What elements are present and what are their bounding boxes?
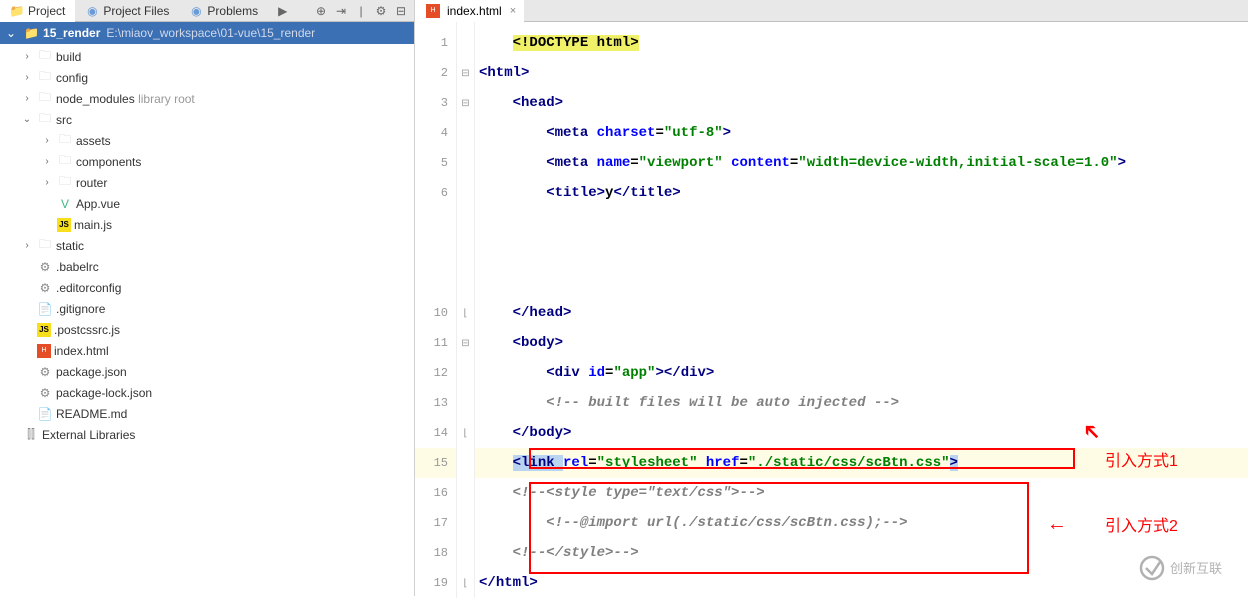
tab-label: Project Files — [103, 4, 169, 18]
tree-item-postcssrc[interactable]: JS.postcssrc.js — [0, 319, 414, 340]
code-body[interactable]: <!DOCTYPE html> <html> <head> <meta char… — [475, 22, 1248, 598]
chevron-right-icon: › — [20, 93, 34, 104]
tree-item-node-modules[interactable]: ›🗀node_modules library root — [0, 88, 414, 109]
folder-icon: 🗀 — [57, 175, 73, 191]
js-icon: JS — [57, 218, 71, 232]
tree-item-main-js[interactable]: JSmain.js — [0, 214, 414, 235]
html-icon: H — [37, 344, 51, 358]
library-icon: ⫿⫿ — [23, 427, 39, 443]
fold-icon[interactable]: ⊟ — [457, 328, 474, 358]
annotation-text-1: 引入方式1 — [1105, 447, 1178, 471]
tree-item-router[interactable]: ›🗀router — [0, 172, 414, 193]
tree-item-config[interactable]: ›🗀config — [0, 67, 414, 88]
tab-project[interactable]: 📁 Project — [0, 0, 75, 22]
folder-icon: 🗀 — [57, 154, 73, 170]
chevron-down-icon: ⌄ — [20, 114, 34, 125]
tree-item-build[interactable]: ›🗀build — [0, 46, 414, 67]
tree-item-src[interactable]: ⌄🗀src — [0, 109, 414, 130]
fold-end-icon[interactable]: ⌊ — [457, 298, 474, 328]
project-path-text: E:\miaov_workspace\01-vue\15_render — [106, 26, 315, 40]
tab-project-files[interactable]: ◉ Project Files — [75, 0, 179, 22]
close-icon[interactable]: × — [510, 5, 516, 17]
json-icon: ⚙ — [37, 364, 53, 380]
project-tabs: 📁 Project ◉ Project Files ◉ Problems ▶ ⊕… — [0, 0, 414, 22]
editor-tab-index[interactable]: H index.html × — [415, 0, 524, 22]
chevron-right-icon: › — [20, 51, 34, 62]
tree-item-package-json[interactable]: ⚙package.json — [0, 361, 414, 382]
folder-icon: 🗀 — [37, 238, 53, 254]
tab-more[interactable]: ▶ — [268, 0, 297, 22]
project-icon: 📁 — [10, 4, 24, 18]
tab-label: Problems — [207, 4, 258, 18]
editor-tab-label: index.html — [447, 4, 502, 18]
chevron-right-icon: › — [40, 177, 54, 188]
hide-icon[interactable]: ⊟ — [392, 2, 410, 20]
tree-item-index-html[interactable]: Hindex.html — [0, 340, 414, 361]
folder-icon: 🗀 — [37, 49, 53, 65]
chevron-right-icon: › — [40, 156, 54, 167]
folder-icon: 📁 — [24, 26, 39, 40]
file-icon: ⚙ — [37, 280, 53, 296]
project-root[interactable]: ⌄ 📁 15_render E:\miaov_workspace\01-vue\… — [0, 22, 414, 44]
editor-area[interactable]: 1 2 3 4 5 6 10 11 12 13 14 15 16 17 18 1… — [415, 22, 1248, 598]
folder-icon: 🗀 — [37, 112, 53, 128]
files-icon: ◉ — [85, 4, 99, 18]
watermark: 创新互联 — [1138, 553, 1238, 586]
tree-item-assets[interactable]: ›🗀assets — [0, 130, 414, 151]
editor-panel: H index.html × 1 2 3 4 5 6 10 11 12 13 1… — [415, 0, 1248, 596]
tab-label: Project — [28, 4, 65, 18]
tree-item-app-vue[interactable]: VApp.vue — [0, 193, 414, 214]
svg-text:创新互联: 创新互联 — [1170, 561, 1222, 576]
tree-item-readme[interactable]: 📄README.md — [0, 403, 414, 424]
js-icon: JS — [37, 323, 51, 337]
folder-icon: 🗀 — [57, 133, 73, 149]
file-icon: ⚙ — [37, 259, 53, 275]
tree-item-gitignore[interactable]: 📄.gitignore — [0, 298, 414, 319]
tree-item-package-lock[interactable]: ⚙package-lock.json — [0, 382, 414, 403]
file-icon: 📄 — [37, 301, 53, 317]
annotation-text-2: 引入方式2 — [1105, 512, 1178, 536]
vue-icon: V — [57, 196, 73, 212]
file-icon: 📄 — [37, 406, 53, 422]
json-icon: ⚙ — [37, 385, 53, 401]
chevron-down-icon: ⌄ — [6, 26, 16, 40]
target-icon[interactable]: ⊕ — [312, 2, 330, 20]
tree-item-components[interactable]: ›🗀components — [0, 151, 414, 172]
chevron-right-icon: › — [20, 72, 34, 83]
folder-icon: 🗀 — [37, 70, 53, 86]
fold-icon[interactable]: ⊟ — [457, 58, 474, 88]
chevron-right-icon: › — [20, 240, 34, 251]
tree-item-external-libs[interactable]: ⫿⫿External Libraries — [0, 424, 414, 445]
chevron-right-icon: › — [40, 135, 54, 146]
project-panel: 📁 Project ◉ Project Files ◉ Problems ▶ ⊕… — [0, 0, 415, 596]
fold-gutter: ⊟ ⊟ ⌊ ⊟ ⌊ ⌊ — [457, 22, 475, 598]
tree-item-static[interactable]: ›🗀static — [0, 235, 414, 256]
fold-end-icon[interactable]: ⌊ — [457, 418, 474, 448]
project-tree: ›🗀build ›🗀config ›🗀node_modules library … — [0, 44, 414, 596]
problems-icon: ◉ — [189, 4, 203, 18]
fold-icon[interactable]: ⊟ — [457, 88, 474, 118]
arrow-icon: ← — [1051, 514, 1063, 537]
fold-end-icon[interactable]: ⌊ — [457, 568, 474, 598]
line-number-gutter: 1 2 3 4 5 6 10 11 12 13 14 15 16 17 18 1… — [415, 22, 457, 598]
project-name: 15_render — [43, 26, 100, 40]
html-icon: H — [426, 4, 440, 18]
gear-icon[interactable]: ⚙ — [372, 2, 390, 20]
editor-tabs-bar: H index.html × — [415, 0, 1248, 22]
tree-item-babelrc[interactable]: ⚙.babelrc — [0, 256, 414, 277]
folder-icon: 🗀 — [37, 91, 53, 107]
collapse-icon[interactable]: ⇥ — [332, 2, 350, 20]
tree-item-editorconfig[interactable]: ⚙.editorconfig — [0, 277, 414, 298]
divider: | — [352, 2, 370, 20]
tab-problems[interactable]: ◉ Problems — [179, 0, 268, 22]
